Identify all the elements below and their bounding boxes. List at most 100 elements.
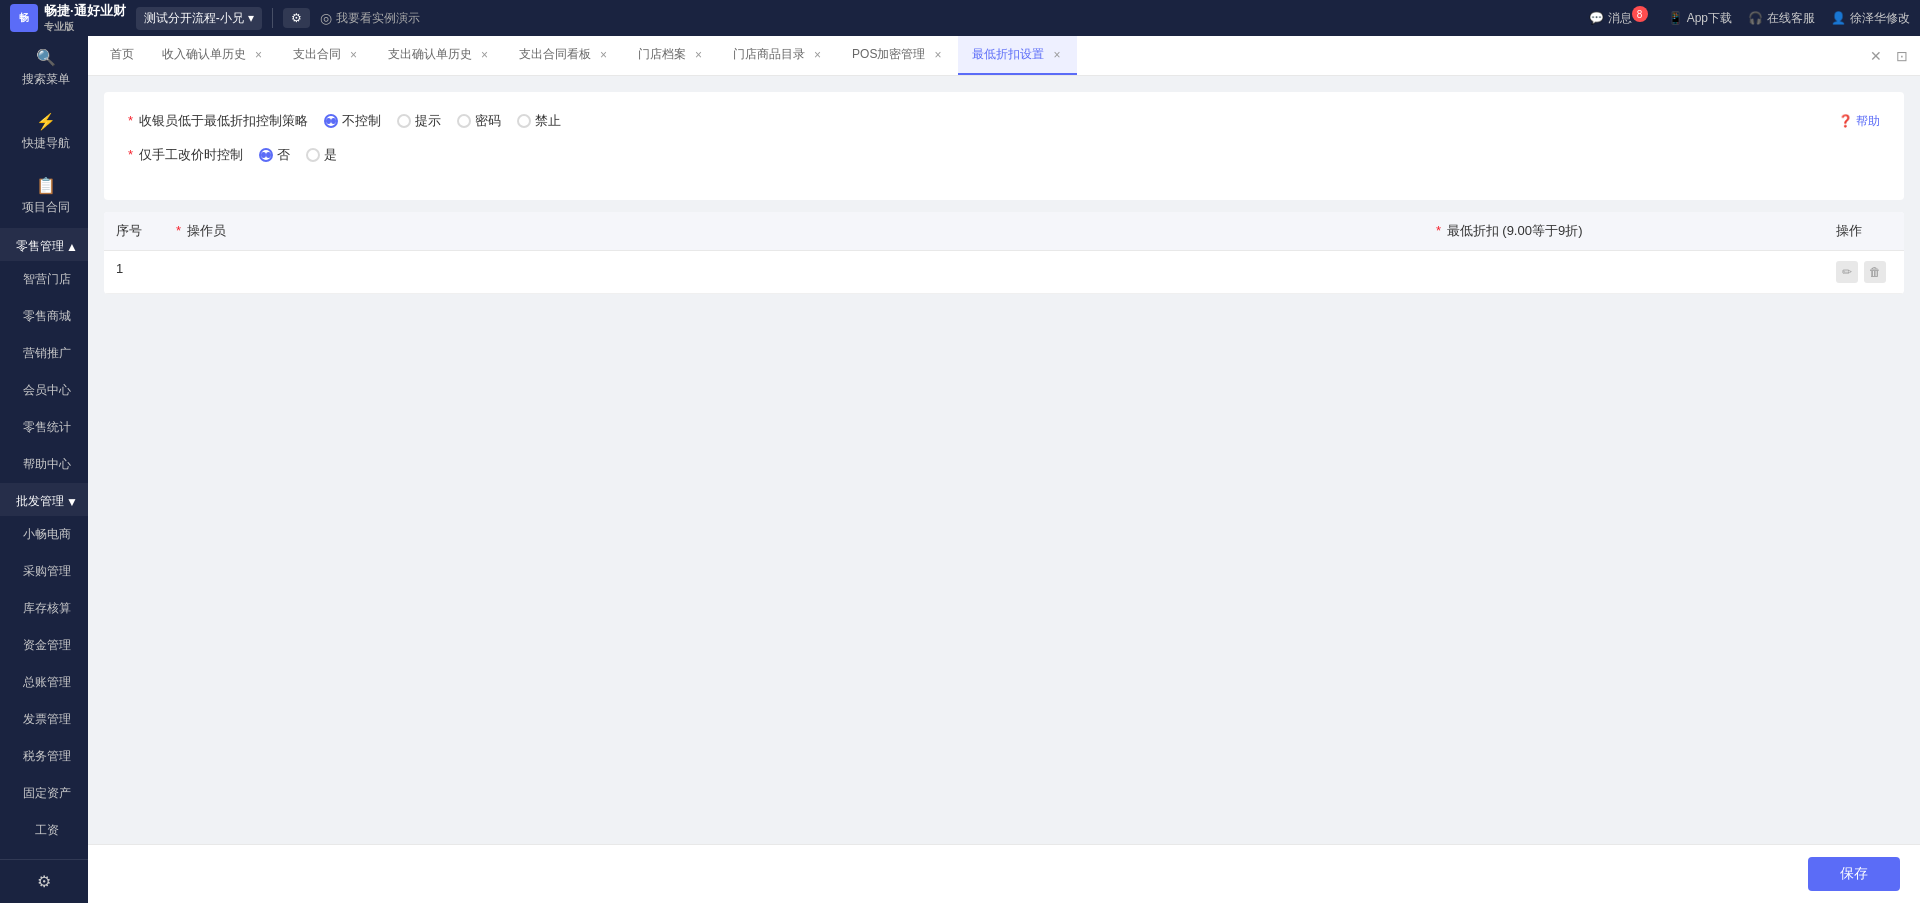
tab-pos-password-close[interactable]: × xyxy=(931,48,944,62)
logo-edition: 专业版 xyxy=(44,20,126,34)
edit-row-btn[interactable]: ✏ xyxy=(1836,261,1858,283)
sidebar-item-project-label: 项目合同 xyxy=(22,199,70,216)
manual-price-radio-group: 否 是 xyxy=(259,146,337,164)
radio-manual-yes[interactable]: 是 xyxy=(306,146,337,164)
tab-close-all-btn[interactable]: ✕ xyxy=(1866,44,1886,68)
purchase-mgmt-label: 采购管理 xyxy=(23,564,71,578)
sidebar-item-inventory[interactable]: 库存核算 xyxy=(0,590,88,627)
message-icon: 💬 xyxy=(1589,11,1604,25)
radio-no-control-circle xyxy=(324,114,338,128)
sidebar-item-help-center[interactable]: 帮助中心 xyxy=(0,446,88,483)
tab-payment-history-close[interactable]: × xyxy=(478,48,491,62)
tab-home-label: 首页 xyxy=(110,46,134,63)
sidebar-item-retail-stats[interactable]: 零售统计 xyxy=(0,409,88,446)
action-icons: ✏ 🗑 xyxy=(1836,261,1892,283)
save-button[interactable]: 保存 xyxy=(1808,857,1900,891)
sidebar-item-member-center[interactable]: 会员中心 xyxy=(0,372,88,409)
app-download-btn[interactable]: 📱 App下载 xyxy=(1668,10,1732,27)
th-min-discount: * 最低折扣 (9.00等于9折) xyxy=(1424,212,1824,251)
ecommerce-label: 小畅电商 xyxy=(23,527,71,541)
delete-row-btn[interactable]: 🗑 xyxy=(1864,261,1886,283)
tab-min-discount[interactable]: 最低折扣设置 × xyxy=(958,36,1077,75)
tab-payment-board[interactable]: 支出合同看板 × xyxy=(505,36,624,75)
sidebar-gear-btn[interactable]: ⚙ xyxy=(0,860,88,903)
tab-store-products[interactable]: 门店商品目录 × xyxy=(719,36,838,75)
radio-manual-no[interactable]: 否 xyxy=(259,146,290,164)
tab-payment-board-label: 支出合同看板 xyxy=(519,46,591,63)
demo-btn[interactable]: ◎ 我要看实例演示 xyxy=(320,10,420,27)
tab-home[interactable]: 首页 xyxy=(96,36,148,75)
tab-payment-board-close[interactable]: × xyxy=(597,48,610,62)
sidebar-item-project-contract[interactable]: 📋 项目合同 xyxy=(0,164,88,228)
quick-nav-icon: ⚡ xyxy=(36,112,56,131)
sidebar-item-invoice-mgmt[interactable]: 发票管理 xyxy=(0,701,88,738)
sidebar-item-payroll[interactable]: 工资 xyxy=(0,812,88,849)
th-seq-label: 序号 xyxy=(116,223,142,238)
project-selector[interactable]: 测试分开流程-小兄 ▾ xyxy=(136,7,262,30)
bottom-bar: 保存 xyxy=(88,844,1920,903)
table-card: 序号 * 操作员 * 最低折扣 (9.00等于9折) 操作 xyxy=(104,212,1904,294)
radio-prompt[interactable]: 提示 xyxy=(397,112,441,130)
marketing-label: 营销推广 xyxy=(23,346,71,360)
tab-payment-contract-close[interactable]: × xyxy=(347,48,360,62)
radio-forbid[interactable]: 禁止 xyxy=(517,112,561,130)
sidebar-item-retail-mgmt[interactable]: 零售管理 ▲ xyxy=(0,228,88,261)
tab-min-discount-label: 最低折扣设置 xyxy=(972,46,1044,63)
settings-btn[interactable]: ⚙ xyxy=(283,8,310,28)
retail-stats-label: 零售统计 xyxy=(23,420,71,434)
tab-min-discount-close[interactable]: × xyxy=(1050,48,1063,62)
sidebar-item-retail-mall[interactable]: 零售商城 xyxy=(0,298,88,335)
tab-income-history-close[interactable]: × xyxy=(252,48,265,62)
sidebar-item-ecommerce[interactable]: 小畅电商 xyxy=(0,516,88,553)
inventory-label: 库存核算 xyxy=(23,601,71,615)
sidebar-bottom: ⚙ xyxy=(0,859,88,903)
retail-mgmt-label: 零售管理 xyxy=(16,238,64,255)
online-service-btn[interactable]: 🎧 在线客服 xyxy=(1748,10,1815,27)
table-row: 1 ✏ xyxy=(104,251,1904,294)
download-icon: 📱 xyxy=(1668,11,1683,25)
tab-income-history[interactable]: 收入确认单历史 × xyxy=(148,36,279,75)
sidebar-item-accounting[interactable]: 总账管理 xyxy=(0,664,88,701)
page-content: * 收银员低于最低折扣控制策略 不控制 提示 xyxy=(88,76,1920,844)
user-name: 徐泽华修改 xyxy=(1850,10,1910,27)
discount-policy-row: * 收银员低于最低折扣控制策略 不控制 提示 xyxy=(128,112,1880,130)
tab-pos-password[interactable]: POS加密管理 × xyxy=(838,36,958,75)
tab-pos-password-label: POS加密管理 xyxy=(852,46,925,63)
sidebar-item-fixed-assets[interactable]: 固定资产 xyxy=(0,775,88,812)
logo-icon: 畅 xyxy=(10,4,38,32)
tab-store-archive-close[interactable]: × xyxy=(692,48,705,62)
cell-discount[interactable] xyxy=(1424,251,1824,294)
sidebar-item-quick-nav[interactable]: ⚡ 快捷导航 xyxy=(0,100,88,164)
radio-password-circle xyxy=(457,114,471,128)
cell-operator[interactable] xyxy=(164,251,1424,294)
sidebar-item-search[interactable]: 🔍 搜索菜单 xyxy=(0,36,88,100)
messages-btn[interactable]: 💬 消息 8 xyxy=(1589,10,1652,27)
tab-expand-btn[interactable]: ⊡ xyxy=(1892,44,1912,68)
help-link[interactable]: ❓ 帮助 xyxy=(1838,113,1880,130)
radio-manual-no-circle xyxy=(259,148,273,162)
tab-store-products-close[interactable]: × xyxy=(811,48,824,62)
th-operator: * 操作员 xyxy=(164,212,1424,251)
th-discount-label: 最低折扣 (9.00等于9折) xyxy=(1447,223,1583,238)
sidebar-item-wholesale-mgmt[interactable]: 批发管理 ▼ xyxy=(0,483,88,516)
th-seq: 序号 xyxy=(104,212,164,251)
radio-no-control[interactable]: 不控制 xyxy=(324,112,381,130)
project-dropdown-icon: ▾ xyxy=(248,11,254,25)
radio-password-label: 密码 xyxy=(475,112,501,130)
sidebar-item-marketing[interactable]: 营销推广 xyxy=(0,335,88,372)
fixed-assets-label: 固定资产 xyxy=(23,786,71,800)
sidebar-item-tax-mgmt[interactable]: 税务管理 xyxy=(0,738,88,775)
sidebar-item-smart-store[interactable]: 智营门店 xyxy=(0,261,88,298)
table-header-row: 序号 * 操作员 * 最低折扣 (9.00等于9折) 操作 xyxy=(104,212,1904,251)
tab-store-archive[interactable]: 门店档案 × xyxy=(624,36,719,75)
sidebar-item-fund-mgmt[interactable]: 资金管理 xyxy=(0,627,88,664)
user-btn[interactable]: 👤 徐泽华修改 xyxy=(1831,10,1910,27)
accounting-label: 总账管理 xyxy=(23,675,71,689)
edit-icon: ✏ xyxy=(1842,265,1852,279)
cell-actions: ✏ 🗑 xyxy=(1824,251,1904,294)
smart-store-label: 智营门店 xyxy=(23,272,71,286)
tab-payment-history[interactable]: 支出确认单历史 × xyxy=(374,36,505,75)
tab-payment-contract[interactable]: 支出合同 × xyxy=(279,36,374,75)
sidebar-item-purchase-mgmt[interactable]: 采购管理 xyxy=(0,553,88,590)
radio-password[interactable]: 密码 xyxy=(457,112,501,130)
